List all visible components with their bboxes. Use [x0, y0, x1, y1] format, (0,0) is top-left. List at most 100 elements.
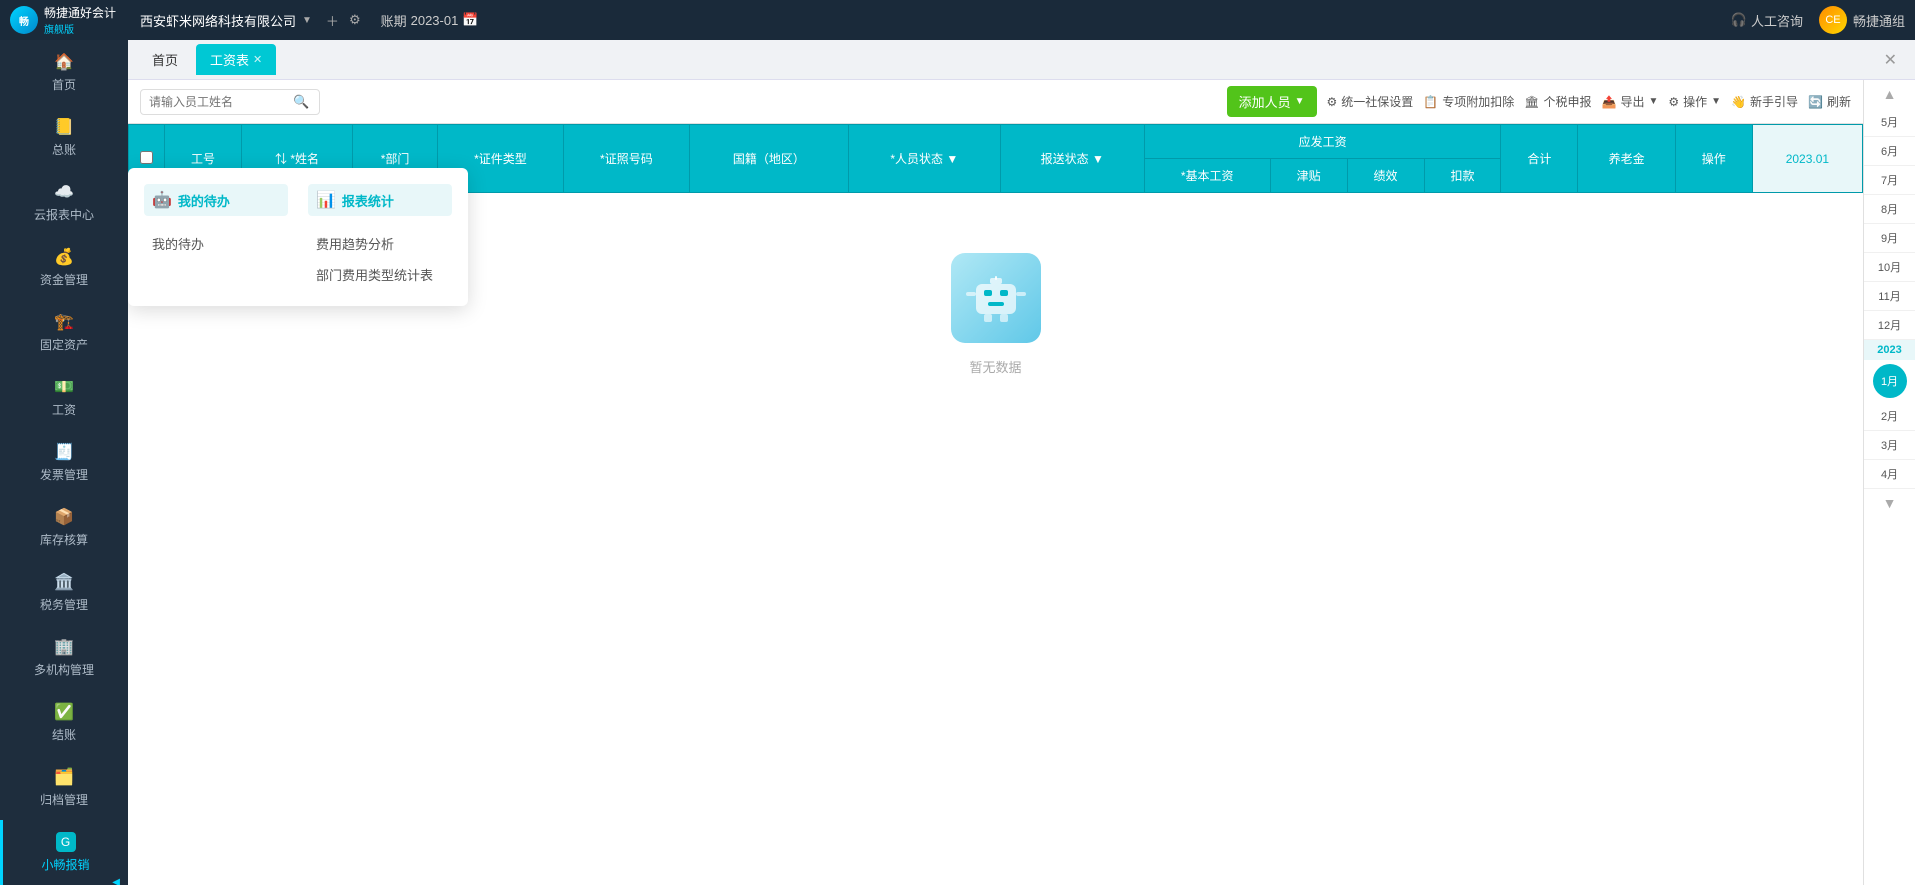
sidebar-item-home[interactable]: 🏠 首页: [0, 40, 128, 105]
sidebar-item-ledger[interactable]: 📒 总账: [0, 105, 128, 170]
todo-item-label: 我的待办: [152, 237, 204, 252]
operation-label: 操作: [1683, 93, 1707, 110]
sidebar-item-cloud-report[interactable]: ☁️ 云报表中心: [0, 170, 128, 235]
timeline-nav-down[interactable]: ▼: [1864, 489, 1915, 517]
sidebar-item-archive[interactable]: 🗂️ 归档管理: [0, 755, 128, 820]
inventory-icon: 📦: [54, 507, 74, 527]
tab-close-icon[interactable]: ✕: [253, 53, 262, 66]
sidebar-item-tax[interactable]: 🏛️ 税务管理: [0, 560, 128, 625]
search-icon: 🔍: [293, 94, 309, 110]
settings-icon[interactable]: ⚙: [349, 12, 361, 28]
salary-group-header: 应发工资: [1144, 125, 1501, 159]
period-selector[interactable]: 账期 2023-01 📅: [381, 11, 479, 30]
tab-salary[interactable]: 工资表 ✕: [196, 44, 276, 75]
sidebar-item-fixed-assets[interactable]: 🏗️ 固定资产: [0, 300, 128, 365]
dropdown-col-report: 📊 报表统计 费用趋势分析 部门费用类型统计表: [308, 184, 452, 290]
income-tax-btn[interactable]: 🏛 个税申报: [1524, 93, 1591, 110]
sidebar-item-label: 发票管理: [40, 466, 88, 483]
tab-home[interactable]: 首页: [138, 44, 192, 75]
user-menu[interactable]: CE 畅捷通组: [1819, 6, 1905, 34]
tab-bar: 首页 工资表 ✕ ✕: [128, 40, 1915, 80]
sidebar-item-label: 工资: [52, 401, 76, 418]
timeline-month-4[interactable]: 4月: [1864, 460, 1915, 489]
dropdown-header-todo[interactable]: 🤖 我的待办: [144, 184, 288, 216]
dropdown-item-dept-expense[interactable]: 部门费用类型统计表: [308, 259, 452, 290]
search-input[interactable]: [149, 95, 289, 109]
add-company-icon[interactable]: ＋: [326, 11, 339, 30]
dropdown-columns: 🤖 我的待办 我的待办 📊: [144, 184, 452, 290]
special-deduct-label: 专项附加扣除: [1442, 93, 1514, 110]
archive-icon: 🗂️: [54, 767, 74, 787]
timeline-month-10[interactable]: 10月: [1864, 253, 1915, 282]
timeline-month-7[interactable]: 7月: [1864, 166, 1915, 195]
select-all-checkbox[interactable]: [140, 151, 153, 164]
timeline-month-3[interactable]: 3月: [1864, 431, 1915, 460]
operation-btn[interactable]: ⚙ 操作 ▼: [1668, 93, 1721, 110]
deduct-subheader: 扣款: [1424, 159, 1501, 193]
special-deduct-btn[interactable]: 📋 专项附加扣除: [1423, 93, 1514, 110]
content-area: 首页 工资表 ✕ ✕ 🔍 添加人员: [128, 40, 1915, 885]
sidebar-item-label: 小畅报销: [41, 856, 89, 873]
dropdown-col-todo: 🤖 我的待办 我的待办: [144, 184, 288, 290]
social-insurance-btn[interactable]: ⚙ 统一社保设置: [1327, 93, 1414, 110]
fixed-assets-icon: 🏗️: [54, 312, 74, 332]
dropdown-item-expense-trend[interactable]: 费用趋势分析: [308, 228, 452, 259]
tab-close-window[interactable]: ✕: [1876, 46, 1905, 74]
report-status-header[interactable]: 报送状态 ▼: [1000, 125, 1144, 193]
export-btn[interactable]: 📤 导出 ▼: [1602, 93, 1659, 110]
pension-header: 养老金: [1578, 125, 1675, 193]
timeline-month-11[interactable]: 11月: [1864, 282, 1915, 311]
add-person-button[interactable]: 添加人员 ▼: [1227, 86, 1317, 117]
timeline-month-9[interactable]: 9月: [1864, 224, 1915, 253]
social-insurance-label: 统一社保设置: [1341, 93, 1413, 110]
search-box[interactable]: 🔍: [140, 89, 320, 115]
ledger-icon: 📒: [54, 117, 74, 137]
toolbar: 🔍 添加人员 ▼ ⚙ 统一社保设置 📋 专项附加扣: [128, 80, 1863, 124]
timeline-month-2[interactable]: 2月: [1864, 402, 1915, 431]
period-col-header: 2023.01: [1752, 125, 1862, 193]
sidebar-item-salary[interactable]: 💵 工资: [0, 365, 128, 430]
calendar-icon[interactable]: 📅: [462, 12, 478, 28]
sidebar-item-label: 税务管理: [40, 596, 88, 613]
dropdown-header-report[interactable]: 📊 报表统计: [308, 184, 452, 216]
company-selector[interactable]: 西安虾米网络科技有限公司 ▼ ＋ ⚙: [140, 11, 361, 30]
sidebar: 🏠 首页 📒 总账 ☁️ 云报表中心 💰 资金管理 🏗️ 固定资产 💵 工资 🧾…: [0, 40, 128, 885]
timeline-nav-up[interactable]: ▲: [1864, 80, 1915, 108]
sidebar-item-label: 库存核算: [40, 531, 88, 548]
social-insurance-icon: ⚙: [1327, 95, 1338, 109]
refresh-icon: 🔄: [1808, 95, 1823, 109]
new-guide-btn[interactable]: 👋 新手引导: [1731, 93, 1798, 110]
empty-text: 暂无数据: [969, 357, 1021, 376]
customer-service-label: 人工咨询: [1751, 11, 1803, 30]
period-label: 账期: [381, 11, 407, 30]
invoice-icon: 🧾: [54, 442, 74, 462]
refresh-btn[interactable]: 🔄 刷新: [1808, 93, 1851, 110]
timeline-month-12[interactable]: 12月: [1864, 311, 1915, 340]
sidebar-item-fund[interactable]: 💰 资金管理: [0, 235, 128, 300]
tab-salary-label: 工资表: [210, 50, 249, 69]
window-close-icon[interactable]: ✕: [1876, 46, 1905, 74]
sidebar-item-xiao-chang[interactable]: G 小畅报销 ◀: [0, 820, 128, 885]
sidebar-item-label: 资金管理: [40, 271, 88, 288]
timeline-month-5[interactable]: 5月: [1864, 108, 1915, 137]
customer-service-btn[interactable]: 🎧 人工咨询: [1731, 11, 1803, 30]
timeline-month-1-active[interactable]: 1月: [1873, 364, 1907, 398]
xiao-chang-icon: G: [56, 832, 76, 852]
header-right: 🎧 人工咨询 CE 畅捷通组: [1731, 6, 1905, 34]
user-name: 畅捷通组: [1853, 11, 1905, 30]
timeline-month-8[interactable]: 8月: [1864, 195, 1915, 224]
timeline-month-6[interactable]: 6月: [1864, 137, 1915, 166]
sidebar-item-checkout[interactable]: ✅ 结账: [0, 690, 128, 755]
country-header: 国籍（地区）: [689, 125, 848, 193]
income-tax-icon: 🏛: [1524, 95, 1539, 109]
sidebar-item-label: 结账: [52, 726, 76, 743]
sidebar-item-label: 归档管理: [40, 791, 88, 808]
guide-icon: 👋: [1731, 95, 1746, 109]
personnel-status-header[interactable]: *人员状态 ▼: [848, 125, 1000, 193]
operations-header: 操作: [1675, 125, 1752, 193]
sidebar-item-inventory[interactable]: 📦 库存核算: [0, 495, 128, 560]
sidebar-item-invoice[interactable]: 🧾 发票管理: [0, 430, 128, 495]
sidebar-item-multi-org[interactable]: 🏢 多机构管理: [0, 625, 128, 690]
dropdown-item-todo[interactable]: 我的待办: [144, 228, 288, 259]
total-header: 合计: [1501, 125, 1578, 193]
